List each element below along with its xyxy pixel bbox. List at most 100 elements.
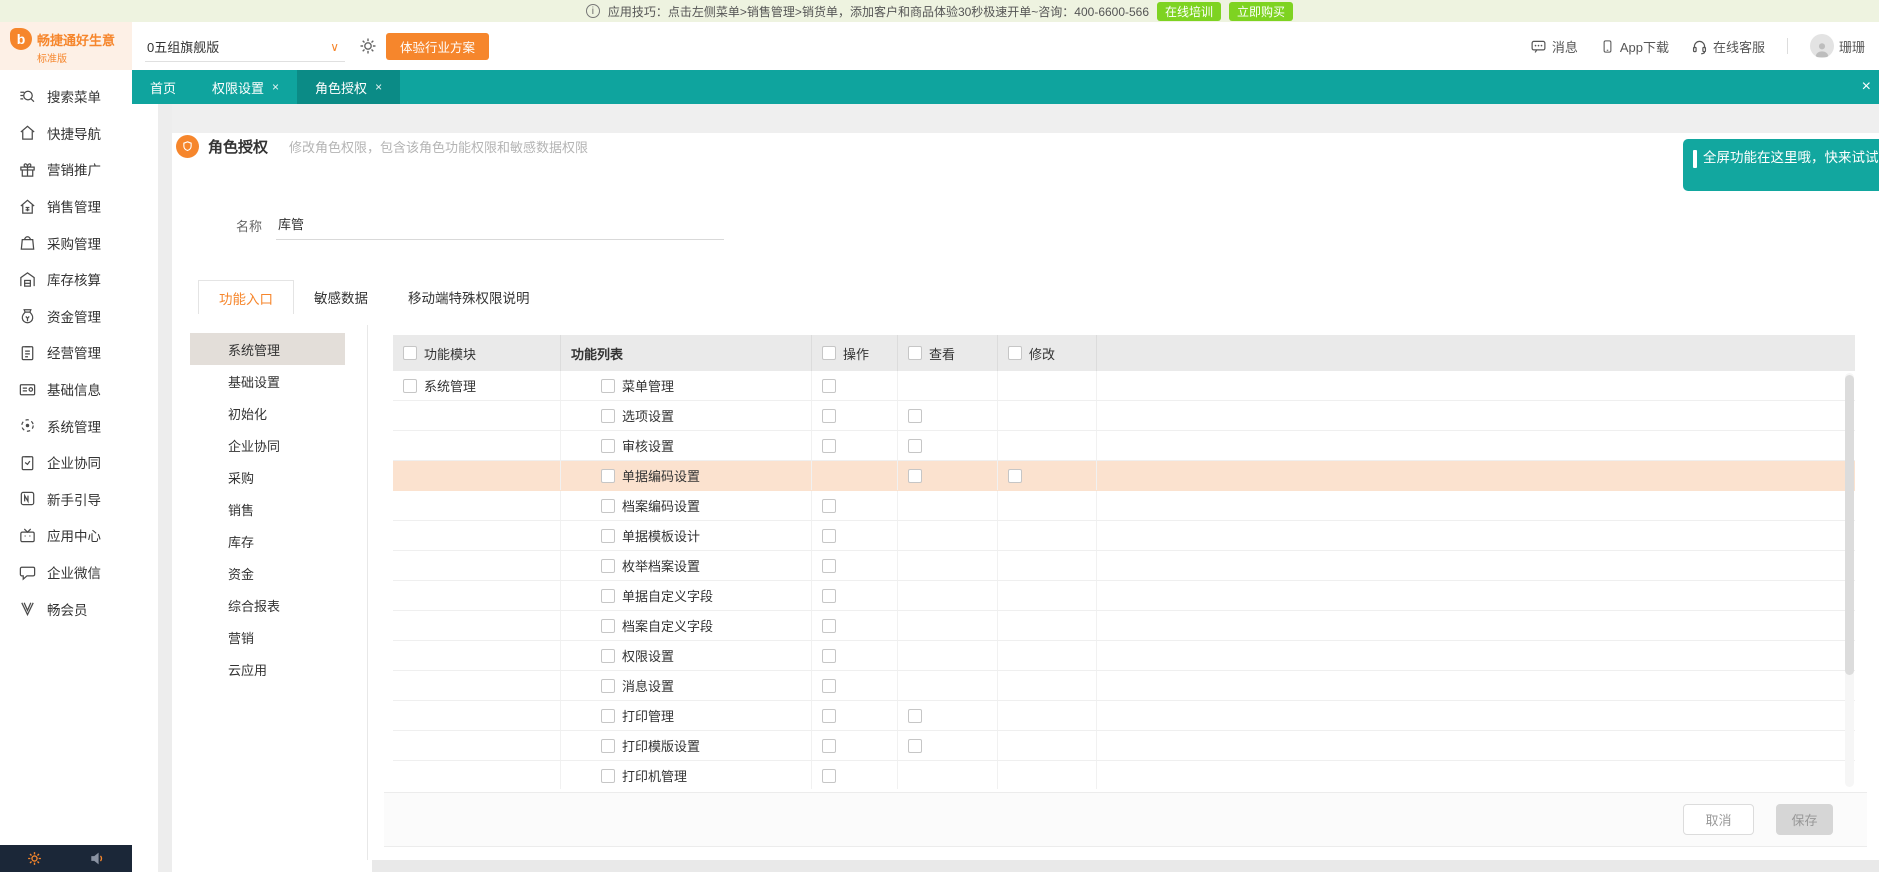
table-row[interactable]: 系统管理 菜单管理	[393, 371, 1855, 401]
select-all-edit-checkbox[interactable]	[1008, 346, 1022, 360]
sidebar-scrollbar[interactable]	[158, 104, 172, 872]
table-row[interactable]: 枚举档案设置	[393, 551, 1855, 581]
op-checkbox[interactable]	[822, 438, 836, 453]
op-checkbox[interactable]	[822, 708, 836, 723]
table-row[interactable]: 打印机管理	[393, 761, 1855, 789]
view-checkbox[interactable]	[908, 708, 922, 723]
horizontal-scrollbar[interactable]	[372, 860, 1879, 872]
role-name-input[interactable]	[276, 214, 725, 240]
perm-tab-2[interactable]: 移动端特殊权限说明	[388, 280, 550, 314]
sidebar-item-新手引导[interactable]: 新手引导	[0, 481, 132, 518]
op-checkbox[interactable]	[822, 618, 836, 633]
module-item-初始化[interactable]: 初始化	[190, 397, 347, 429]
op-checkbox[interactable]	[822, 648, 836, 663]
sidebar-item-基础信息[interactable]: 基础信息	[0, 371, 132, 408]
messages-link[interactable]: 消息	[1530, 37, 1578, 56]
table-scrollbar-thumb[interactable]	[1845, 375, 1854, 675]
settings-gear-icon[interactable]	[358, 36, 378, 56]
feature-checkbox[interactable]	[601, 768, 615, 783]
module-item-销售[interactable]: 销售	[190, 493, 347, 525]
op-checkbox[interactable]	[822, 768, 836, 783]
module-item-企业协同[interactable]: 企业协同	[190, 429, 347, 461]
module-item-云应用[interactable]: 云应用	[190, 653, 347, 685]
view-checkbox[interactable]	[908, 438, 922, 453]
module-item-库存[interactable]: 库存	[190, 525, 347, 557]
cancel-button[interactable]: 取消	[1683, 804, 1754, 835]
select-all-op-checkbox[interactable]	[822, 346, 836, 360]
sidebar-gear-icon[interactable]	[26, 850, 43, 867]
feature-checkbox[interactable]	[601, 618, 615, 633]
feature-checkbox[interactable]	[601, 528, 615, 543]
feature-checkbox[interactable]	[601, 738, 615, 753]
sound-icon[interactable]	[89, 850, 106, 867]
nav-tab-2[interactable]: 角色授权 ×	[297, 70, 401, 104]
sidebar-item-经营管理[interactable]: 经营管理	[0, 334, 132, 371]
feature-checkbox[interactable]	[601, 468, 615, 483]
close-icon[interactable]: ×	[1862, 70, 1871, 104]
perm-tab-1[interactable]: 敏感数据	[294, 280, 388, 314]
online-training-button[interactable]: 在线培训	[1157, 1, 1222, 21]
table-row[interactable]: 消息设置	[393, 671, 1855, 701]
module-item-营销[interactable]: 营销	[190, 621, 347, 653]
feature-checkbox[interactable]	[601, 558, 615, 573]
select-all-module-checkbox[interactable]	[403, 346, 417, 360]
op-checkbox[interactable]	[822, 408, 836, 423]
feature-checkbox[interactable]	[601, 588, 615, 603]
feature-checkbox[interactable]	[601, 408, 615, 423]
op-checkbox[interactable]	[822, 558, 836, 573]
op-checkbox[interactable]	[822, 528, 836, 543]
op-checkbox[interactable]	[822, 588, 836, 603]
save-button[interactable]: 保存	[1776, 804, 1833, 835]
op-checkbox[interactable]	[822, 738, 836, 753]
sidebar-item-畅会员[interactable]: 畅会员	[0, 590, 132, 627]
edit-checkbox[interactable]	[1008, 468, 1022, 483]
sidebar-item-应用中心[interactable]: 应用中心	[0, 517, 132, 554]
perm-tab-0[interactable]: 功能入口	[198, 280, 294, 314]
user-menu[interactable]: 珊珊	[1809, 34, 1865, 58]
feature-checkbox[interactable]	[601, 648, 615, 663]
module-item-采购[interactable]: 采购	[190, 461, 347, 493]
module-item-资金[interactable]: 资金	[190, 557, 347, 589]
select-all-view-checkbox[interactable]	[908, 346, 922, 360]
op-checkbox[interactable]	[822, 678, 836, 693]
table-row[interactable]: 档案编码设置	[393, 491, 1855, 521]
sidebar-item-系统管理[interactable]: 系统管理	[0, 407, 132, 444]
sidebar-item-快捷导航[interactable]: 快捷导航	[0, 115, 132, 152]
table-row[interactable]: 权限设置	[393, 641, 1855, 671]
table-row[interactable]: 打印模版设置	[393, 731, 1855, 761]
op-checkbox[interactable]	[822, 378, 836, 393]
feature-checkbox[interactable]	[601, 438, 615, 453]
nav-tab-1[interactable]: 权限设置 ×	[194, 70, 297, 104]
view-checkbox[interactable]	[908, 468, 922, 483]
sidebar-item-企业协同[interactable]: 企业协同	[0, 444, 132, 481]
industry-solution-button[interactable]: 体验行业方案	[386, 33, 490, 60]
sidebar-item-采购管理[interactable]: 采购管理	[0, 224, 132, 261]
sidebar-item-资金管理[interactable]: 资金管理	[0, 298, 132, 335]
op-checkbox[interactable]	[822, 498, 836, 513]
module-item-综合报表[interactable]: 综合报表	[190, 589, 347, 621]
module-checkbox[interactable]	[403, 378, 417, 393]
table-row[interactable]: 打印管理	[393, 701, 1855, 731]
buy-now-button[interactable]: 立即购买	[1229, 1, 1294, 21]
table-row[interactable]: 选项设置	[393, 401, 1855, 431]
sidebar-item-营销推广[interactable]: 营销推广	[0, 151, 132, 188]
table-row[interactable]: 单据自定义字段	[393, 581, 1855, 611]
feature-checkbox[interactable]	[601, 678, 615, 693]
table-row[interactable]: 单据编码设置	[393, 461, 1855, 491]
feature-checkbox[interactable]	[601, 498, 615, 513]
tab-close-icon[interactable]: ×	[375, 80, 382, 94]
table-row[interactable]: 单据模板设计	[393, 521, 1855, 551]
sidebar-item-搜索菜单[interactable]: 搜索菜单	[0, 78, 132, 115]
app-download-link[interactable]: App下载	[1600, 37, 1669, 56]
online-support-link[interactable]: 在线客服	[1691, 37, 1765, 56]
table-row[interactable]: 审核设置	[393, 431, 1855, 461]
table-row[interactable]: 档案自定义字段	[393, 611, 1855, 641]
module-item-基础设置[interactable]: 基础设置	[190, 365, 347, 397]
module-item-系统管理[interactable]: 系统管理	[190, 333, 345, 365]
sidebar-item-企业微信[interactable]: 企业微信	[0, 554, 132, 591]
feature-checkbox[interactable]	[601, 708, 615, 723]
table-scrollbar[interactable]	[1845, 373, 1854, 787]
tab-close-icon[interactable]: ×	[272, 80, 279, 94]
sidebar-item-销售管理[interactable]: 销售管理	[0, 188, 132, 225]
view-checkbox[interactable]	[908, 738, 922, 753]
